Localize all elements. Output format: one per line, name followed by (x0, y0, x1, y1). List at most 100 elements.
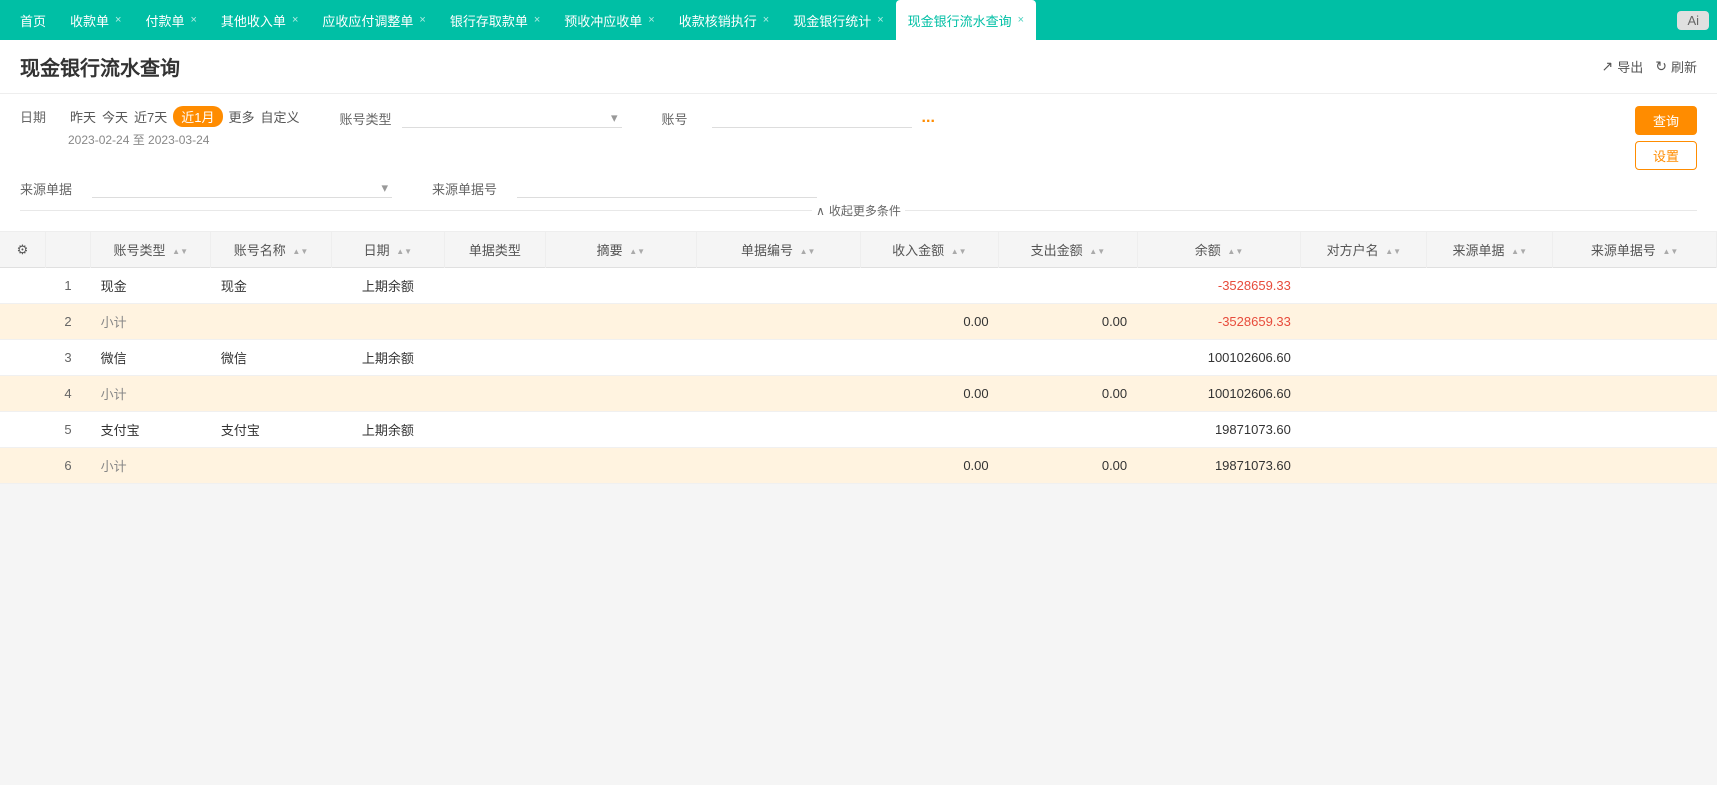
source-doc-select[interactable] (92, 178, 392, 198)
table-row: 2 小计 0.00 0.00 -3528659.33 (0, 304, 1717, 340)
refresh-button[interactable]: ↻ 刷新 (1655, 57, 1697, 76)
row-date (331, 448, 444, 484)
row-counterparty (1301, 340, 1427, 376)
row-date: 上期余额 (331, 412, 444, 448)
row-source-doc (1427, 448, 1553, 484)
col-doc-no[interactable]: 单据编号 ▲▼ (696, 232, 860, 268)
table-row: 6 小计 0.00 0.00 19871073.60 (0, 448, 1717, 484)
col-counterparty[interactable]: 对方户名 ▲▼ (1301, 232, 1427, 268)
col-date[interactable]: 日期 ▲▼ (331, 232, 444, 268)
collapse-bar[interactable]: ∧ 收起更多条件 (20, 202, 1697, 219)
account-type-select[interactable] (402, 108, 622, 128)
sort-summary[interactable]: ▲▼ (629, 248, 645, 256)
date-shortcut-today[interactable]: 今天 (102, 107, 128, 126)
close-tab-5[interactable]: × (648, 14, 654, 26)
row-doc-type (445, 412, 546, 448)
row-date (331, 304, 444, 340)
date-label: 日期 (20, 107, 60, 126)
sort-counterparty[interactable]: ▲▼ (1385, 248, 1401, 256)
close-tab-3[interactable]: × (419, 14, 425, 26)
close-tab-6[interactable]: × (763, 14, 769, 26)
sort-date[interactable]: ▲▼ (396, 248, 412, 256)
col-source-doc-no[interactable]: 来源单据号 ▲▼ (1553, 232, 1717, 268)
nav-tab-8[interactable]: 现金银行流水查询 × (896, 0, 1036, 40)
row-gear (0, 448, 45, 484)
sort-account-type[interactable]: ▲▼ (172, 248, 188, 256)
refresh-icon: ↻ (1655, 58, 1667, 75)
row-expense (999, 268, 1138, 304)
col-source-doc[interactable]: 来源单据 ▲▼ (1427, 232, 1553, 268)
close-tab-7[interactable]: × (877, 14, 883, 26)
close-tab-2[interactable]: × (292, 14, 298, 26)
col-expense[interactable]: 支出金额 ▲▼ (999, 232, 1138, 268)
account-input[interactable] (712, 108, 912, 128)
close-tab-0[interactable]: × (115, 14, 121, 26)
date-shortcut-custom[interactable]: 自定义 (261, 107, 300, 126)
export-button[interactable]: ↗ 导出 (1602, 57, 1644, 76)
row-source-doc-no (1553, 412, 1717, 448)
table-row: 4 小计 0.00 0.00 100102606.60 (0, 376, 1717, 412)
nav-tab-7[interactable]: 现金银行统计 × (781, 0, 895, 40)
nav-tab-2[interactable]: 其他收入单 × (209, 0, 310, 40)
row-index: 3 (45, 340, 90, 376)
col-income[interactable]: 收入金额 ▲▼ (860, 232, 999, 268)
row-balance: 100102606.60 (1137, 340, 1301, 376)
nav-tab-1[interactable]: 付款单 × (133, 0, 208, 40)
sort-income[interactable]: ▲▼ (951, 248, 967, 256)
row-summary (545, 340, 696, 376)
row-income: 0.00 (860, 304, 999, 340)
close-tab-8[interactable]: × (1018, 14, 1024, 26)
nav-tab-6[interactable]: 收款核销执行 × (667, 0, 781, 40)
date-shortcut-7days[interactable]: 近7天 (134, 107, 167, 126)
nav-tab-0[interactable]: 收款单 × (58, 0, 133, 40)
source-doc-no-input[interactable] (517, 178, 817, 198)
account-type-label: 账号类型 (340, 109, 392, 128)
account-label: 账号 (662, 109, 702, 128)
row-source-doc-no (1553, 340, 1717, 376)
row-income: 0.00 (860, 448, 999, 484)
date-shortcut-more[interactable]: 更多 (229, 107, 255, 126)
sort-expense[interactable]: ▲▼ (1089, 248, 1105, 256)
row-source-doc-no (1553, 448, 1717, 484)
row-account-name: 现金 (211, 268, 331, 304)
nav-tab-3[interactable]: 应收应付调整单 × (310, 0, 437, 40)
sort-account-name[interactable]: ▲▼ (292, 248, 308, 256)
row-summary (545, 412, 696, 448)
account-dots-button[interactable]: ... (922, 109, 935, 127)
row-counterparty (1301, 268, 1427, 304)
close-tab-4[interactable]: × (534, 14, 540, 26)
ai-badge[interactable]: Ai (1677, 11, 1709, 30)
sort-source-doc[interactable]: ▲▼ (1511, 248, 1527, 256)
date-shortcut-yesterday[interactable]: 昨天 (70, 107, 96, 126)
nav-home[interactable]: 首页 (8, 0, 58, 40)
source-doc-label: 来源单据 (20, 179, 72, 198)
sort-doc-no[interactable]: ▲▼ (800, 248, 816, 256)
query-button[interactable]: 查询 (1635, 106, 1697, 135)
top-nav: 首页 收款单 × 付款单 × 其他收入单 × 应收应付调整单 × 银行存取款单 … (0, 0, 1717, 40)
col-summary[interactable]: 摘要 ▲▼ (545, 232, 696, 268)
row-gear (0, 340, 45, 376)
row-doc-no (696, 340, 860, 376)
row-summary (545, 448, 696, 484)
row-balance: 19871073.60 (1137, 448, 1301, 484)
col-balance[interactable]: 余额 ▲▼ (1137, 232, 1301, 268)
col-account-type[interactable]: 账号类型 ▲▼ (91, 232, 211, 268)
sort-balance[interactable]: ▲▼ (1227, 248, 1243, 256)
col-gear[interactable]: ⚙ (0, 232, 45, 268)
table-row: 5 支付宝 支付宝 上期余额 19871073.60 (0, 412, 1717, 448)
sort-source-doc-no[interactable]: ▲▼ (1663, 248, 1679, 256)
close-tab-1[interactable]: × (190, 14, 196, 26)
filter-area: 日期 昨天 今天 近7天 近1月 更多 自定义 2023-02-24 至 202… (0, 94, 1717, 232)
nav-tab-4[interactable]: 银行存取款单 × (438, 0, 552, 40)
gear-icon[interactable]: ⚙ (17, 242, 29, 257)
row-doc-no (696, 304, 860, 340)
settings-button[interactable]: 设置 (1635, 141, 1697, 170)
col-account-name[interactable]: 账号名称 ▲▼ (211, 232, 331, 268)
row-income (860, 412, 999, 448)
date-shortcut-1month[interactable]: 近1月 (173, 106, 222, 127)
collapse-line-right (905, 210, 1697, 211)
row-counterparty (1301, 448, 1427, 484)
nav-tab-5[interactable]: 预收冲应收单 × (552, 0, 666, 40)
row-source-doc-no (1553, 268, 1717, 304)
row-index: 1 (45, 268, 90, 304)
